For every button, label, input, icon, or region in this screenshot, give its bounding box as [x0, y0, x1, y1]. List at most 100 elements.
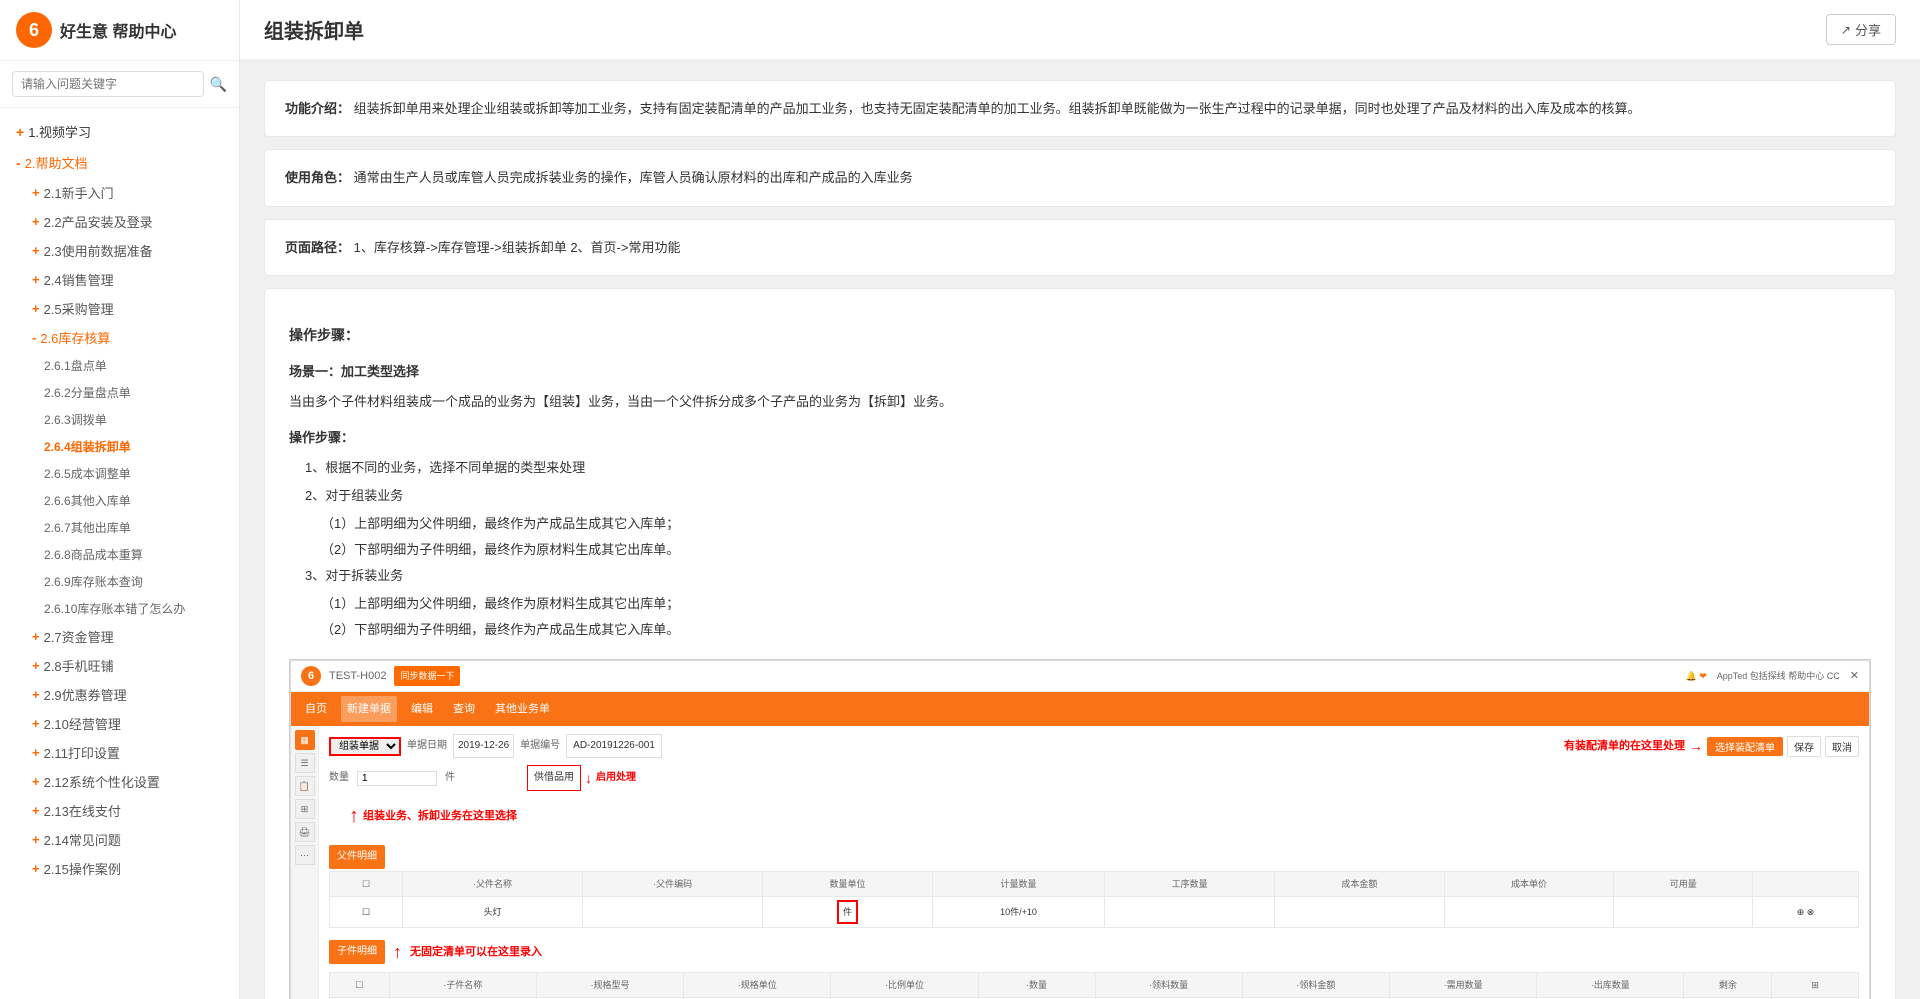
lower-th-need-qty: ·需用数量 [1389, 973, 1536, 998]
intro-label: 功能介绍： [285, 101, 350, 116]
mock-upper-table: ☐ ·父件名称 ·父件编码 数量单位 计量数量 工序数量 成本金额 成本单价 可 [329, 871, 1859, 928]
mock-icon6[interactable]: ⋯ [295, 845, 315, 865]
lower-th-ratio: ·比例单位 [831, 973, 978, 998]
share-icon: ↗ [1841, 23, 1851, 37]
mock-nav-other[interactable]: 其他业务单 [489, 696, 556, 722]
nav-child-22[interactable]: + 2.2产品安装及登录 [0, 207, 239, 236]
lower-th-pick-amt: ·领料金额 [1242, 973, 1389, 998]
share-button[interactable]: ↗ 分享 [1826, 14, 1896, 45]
step1: 1、根据不同的业务，选择不同单据的类型来处理 [305, 455, 1871, 481]
mock-title-right: AppTed 包括探线 帮助中心 CC [1717, 667, 1840, 685]
nav-child-24[interactable]: + 2.4销售管理 [0, 265, 239, 294]
upper-th-name: ·父件名称 [402, 872, 582, 897]
sidebar: 6 好生意 帮助中心 🔍 + 1.视频学习 - 2.帮助文档 + 2.1新手入门… [0, 0, 240, 999]
mock-icon1[interactable]: ▦ [295, 730, 315, 750]
mock-close-icon[interactable]: ✕ [1850, 665, 1859, 687]
nav-child-25[interactable]: + 2.5采购管理 [0, 294, 239, 323]
step2-1: （1）上部明细为父件明细，最终作为产成品生成其它入库单； [321, 511, 1871, 537]
red-arrow-lower: ↑ [393, 934, 402, 970]
path-text: 1、库存核算->库存管理->组装拆卸单 2、首页->常用功能 [354, 240, 681, 255]
path-card: 页面路径： 1、库存核算->库存管理->组装拆卸单 2、首页->常用功能 [264, 219, 1896, 276]
nav-grandchild-267[interactable]: 2.6.7其他出库单 [0, 514, 239, 541]
sidebar-item-label: 2.帮助文档 [25, 153, 88, 172]
mock-icon-strip: ▦ ☰ 📋 ⊞ 🖨 ⋯ [291, 726, 319, 999]
nav-child-26[interactable]: - 2.6库存核算 [0, 323, 239, 352]
nav-grandchild-261[interactable]: 2.6.1盘点单 [0, 352, 239, 379]
nav-child-214[interactable]: + 2.14常见问题 [0, 825, 239, 854]
plus-icon: + [32, 803, 40, 818]
search-input[interactable] [12, 71, 204, 97]
upper-th-cost-price: 成本单价 [1444, 872, 1614, 897]
mock-process-input[interactable]: 供借品用 [527, 765, 581, 791]
nav-child-213[interactable]: + 2.13在线支付 [0, 796, 239, 825]
table-row: ☐ 头灯 件 10件/+10 [330, 897, 1859, 928]
nav-grandchild-262[interactable]: 2.6.2分量盘点单 [0, 379, 239, 406]
plus-icon: + [32, 832, 40, 847]
mock-annotation-area-top: 有装配清单的在这里处理 → 选择装配清单 保存 取消 [1564, 732, 1859, 760]
red-arrow-process: ↓ [585, 764, 592, 792]
mock-nav-new[interactable]: 新建单据 [341, 696, 397, 722]
nav-grandchild-263[interactable]: 2.6.3调拨单 [0, 406, 239, 433]
mock-icon5[interactable]: 🖨 [295, 822, 315, 842]
nav-grandchild-269[interactable]: 2.6.9库存账本查询 [0, 568, 239, 595]
mock-icon3[interactable]: 📋 [295, 776, 315, 796]
mock-qty-input[interactable] [357, 771, 437, 786]
mock-icon4[interactable]: ⊞ [295, 799, 315, 819]
upper-th-process-qty: 工序数量 [1105, 872, 1275, 897]
search-button[interactable]: 🔍 [210, 76, 227, 93]
mock-select-list-btn[interactable]: 选择装配清单 [1707, 737, 1783, 756]
mock-save-btn[interactable]: 保存 [1787, 736, 1821, 757]
mock-type-select[interactable]: 组装单据 拆卸单据 [331, 739, 399, 754]
nav-child-23[interactable]: + 2.3使用前数据准备 [0, 236, 239, 265]
step3-2: （2）下部明细为子件明细，最终作为产成品生成其它入库单。 [321, 617, 1871, 643]
plus-icon: + [32, 745, 40, 760]
upper-td-available [1614, 897, 1753, 928]
lower-th-qty: ·数量 [978, 973, 1095, 998]
nav-child-28[interactable]: + 2.8手机旺铺 [0, 651, 239, 680]
sidebar-item-video[interactable]: + 1.视频学习 [0, 116, 239, 147]
step2: 2、对于组装业务 [305, 483, 1871, 509]
annotation-top-text: 有装配清单的在这里处理 [1564, 735, 1685, 757]
mock-toolbar: 组装单据 拆卸单据 单据日期 2019-12-26 单据编号 AD-201912… [329, 732, 1859, 760]
plus-icon: + [32, 243, 40, 258]
nav-child-211[interactable]: + 2.11打印设置 [0, 738, 239, 767]
search-box: 🔍 [0, 61, 239, 108]
annotation-process: 启用处理 [596, 768, 636, 788]
main-article: 操作步骤： 场景一：加工类型选择 当由多个子件材料组装成一个成品的业务为【组装】… [264, 288, 1896, 999]
lower-th-unit: ·规格单位 [684, 973, 831, 998]
mock-lower-table: ☐ ·子件名称 ·规格型号 ·规格单位 ·比例单位 ·数量 ·领料数量 ·领料金… [329, 972, 1859, 999]
plus-icon: + [32, 716, 40, 731]
nav-grandchild-265[interactable]: 2.6.5成本调整单 [0, 460, 239, 487]
mock-nav-home[interactable]: 自页 [299, 696, 333, 722]
nav-grandchild-266[interactable]: 2.6.6其他入库单 [0, 487, 239, 514]
mock-titlebar-right: 🔔 ❤ AppTed 包括探线 帮助中心 CC ✕ [1686, 665, 1860, 687]
mock-cancel-btn[interactable]: 取消 [1825, 736, 1859, 757]
upper-td-cost-amt [1274, 897, 1444, 928]
lower-th-remain: 剩余 [1684, 973, 1772, 998]
mock-lower-section-label: 子件明细 [329, 940, 385, 964]
nav-child-27[interactable]: + 2.7资金管理 [0, 622, 239, 651]
sidebar-header: 6 好生意 帮助中心 [0, 0, 239, 61]
mock-nav-orange-btn: 同步数据一下 [394, 666, 460, 686]
lower-th-name: ·子件名称 [389, 973, 536, 998]
nav-child-212[interactable]: + 2.12系统个性化设置 [0, 767, 239, 796]
nav-child-210[interactable]: + 2.10经营管理 [0, 709, 239, 738]
nav-child-29[interactable]: + 2.9优惠券管理 [0, 680, 239, 709]
mock-icon2[interactable]: ☰ [295, 753, 315, 773]
plus-icon: + [32, 687, 40, 702]
ops-title: 操作步骤： [289, 321, 1871, 349]
mock-business-row: ↑ 组装业务、拆卸业务在这里选择 [329, 796, 1859, 836]
mock-nav-edit[interactable]: 编辑 [405, 696, 439, 722]
red-arrow-business: ↑ [349, 796, 359, 836]
mock-nav-query[interactable]: 查询 [447, 696, 481, 722]
nav-grandchild-264[interactable]: 2.6.4组装拆卸单 [0, 433, 239, 460]
mock-app-id: TEST-H002 [329, 665, 386, 687]
annotation-business: 组装业务、拆卸业务在这里选择 [363, 805, 517, 827]
nav-grandchild-268[interactable]: 2.6.8商品成本重算 [0, 541, 239, 568]
scene-title: 场景一：加工类型选择 [289, 359, 1871, 385]
sidebar-item-docs[interactable]: - 2.帮助文档 [0, 147, 239, 178]
nav-child-215[interactable]: + 2.15操作案例 [0, 854, 239, 883]
nav-child-21[interactable]: + 2.1新手入门 [0, 178, 239, 207]
nav-grandchild-2610[interactable]: 2.6.10库存账本错了怎么办 [0, 595, 239, 622]
step3: 3、对于拆装业务 [305, 563, 1871, 589]
